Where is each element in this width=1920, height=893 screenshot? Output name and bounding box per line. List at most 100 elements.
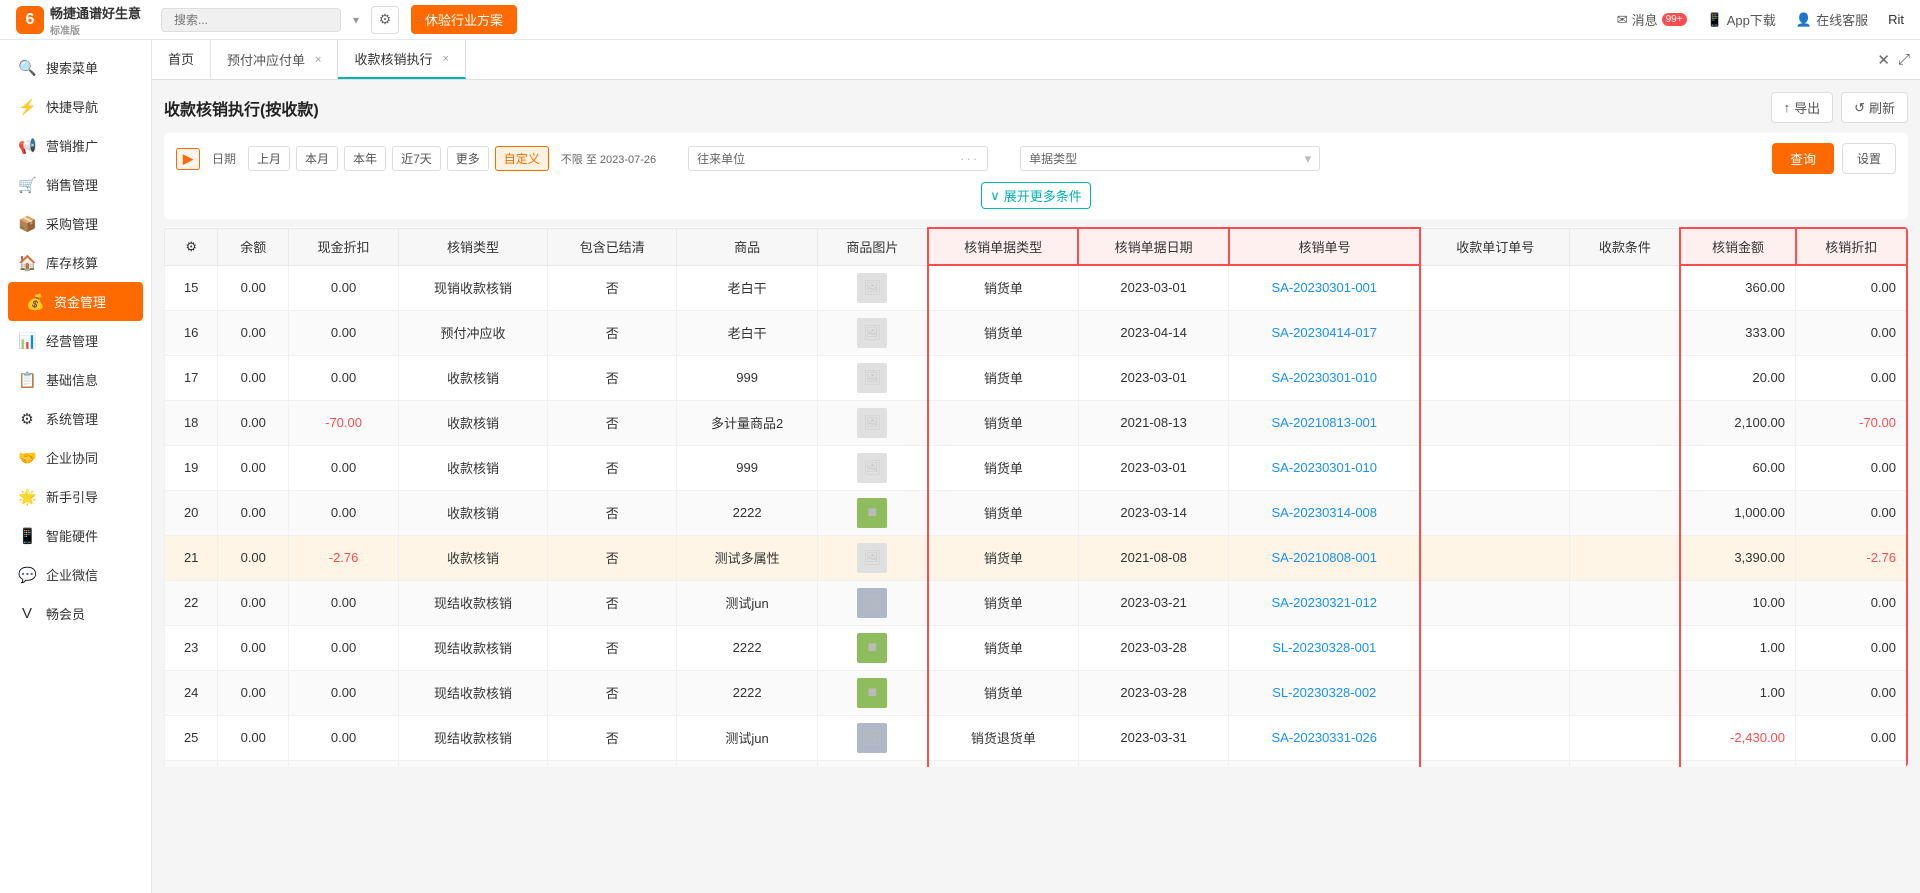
sidebar-item-vip[interactable]: V 畅会员 — [0, 594, 151, 633]
megaphone-icon: 📢 — [18, 137, 36, 155]
tab-prepay-close[interactable]: × — [315, 54, 321, 66]
refresh-btn[interactable]: ↺ 刷新 — [1841, 92, 1908, 123]
goods-thumbnail: 🖼 — [857, 273, 887, 303]
goods-thumbnail: 🖼 — [857, 543, 887, 573]
sidebar-item-label: 销售管理 — [46, 175, 98, 194]
col-goods-image-header: 商品图片 — [817, 228, 928, 265]
goods-thumbnail: 🖼 — [857, 723, 887, 753]
sidebar-item-purchase[interactable]: 📦 采购管理 — [0, 204, 151, 243]
cancel-bill-no-link[interactable]: SA-20230321-012 — [1271, 595, 1377, 610]
table-row: 190.000.00收款核销否999🖼销货单2023-03-01SA-20230… — [165, 445, 1908, 490]
date-btn-this-year[interactable]: 本年 — [344, 146, 386, 171]
goods-thumbnail: ■ — [857, 633, 887, 663]
expand-more-btn[interactable]: ∨ 展开更多条件 — [981, 182, 1091, 209]
goods-thumbnail: ■ — [857, 498, 887, 528]
tab-expand-icon[interactable]: ⤢ — [1898, 51, 1910, 68]
cancel-bill-no-link[interactable]: SA-20230331-026 — [1271, 730, 1377, 745]
sidebar-item-wechat[interactable]: 💬 企业微信 — [0, 555, 151, 594]
filter-row-1: ▶ 日期 上月 本月 本年 近7天 更多 自定义 不限 至 2023-07-26 — [176, 143, 1896, 174]
tab-prepay[interactable]: 预付冲应付单 × — [211, 40, 338, 79]
col-cancel-bill-type-header: 核销单据类型 — [928, 228, 1079, 265]
sidebar-item-system[interactable]: ⚙ 系统管理 — [0, 399, 151, 438]
service-btn[interactable]: 👤 在线客服 — [1796, 10, 1868, 29]
app-download-btn[interactable]: 📱 App下载 — [1707, 10, 1776, 29]
tab-home[interactable]: 首页 — [152, 40, 211, 79]
app-label: App下载 — [1727, 10, 1776, 29]
home-icon: 🏠 — [18, 254, 36, 272]
sidebar-item-enterprise[interactable]: 🤝 企业协同 — [0, 438, 151, 477]
sidebar-item-guide[interactable]: 🌟 新手引导 — [0, 477, 151, 516]
col-settings-header[interactable]: ⚙ — [165, 228, 218, 265]
tabs-bar: 首页 预付冲应付单 × 收款核销执行 × ✕ ⤢ — [152, 40, 1920, 80]
sidebar-item-label: 搜索菜单 — [46, 58, 98, 77]
page-title: 收款核销执行(按收款) — [164, 96, 319, 120]
tab-collect-close[interactable]: × — [442, 53, 448, 65]
col-receipt-order-no-header: 收款单订单号 — [1420, 228, 1570, 265]
sidebar-item-label: 企业微信 — [46, 565, 98, 584]
sidebar-item-hardware[interactable]: 📱 智能硬件 — [0, 516, 151, 555]
sidebar-item-marketing[interactable]: 📢 营销推广 — [0, 126, 151, 165]
sidebar-item-search[interactable]: 🔍 搜索菜单 — [0, 48, 151, 87]
cancel-bill-no-link[interactable]: SA-20210813-001 — [1271, 415, 1377, 430]
sidebar-item-inventory[interactable]: 🏠 库存核算 — [0, 243, 151, 282]
filter-arrow-btn[interactable]: ▶ — [176, 148, 200, 170]
sidebar-item-label: 资金管理 — [54, 292, 106, 311]
top-search-input[interactable] — [161, 8, 341, 32]
sidebar-item-base[interactable]: 📋 基础信息 — [0, 360, 151, 399]
top-bar-right: ✉ 消息 99+ 📱 App下载 👤 在线客服 Rit — [1617, 10, 1904, 29]
voucher-type-input[interactable] — [1083, 152, 1298, 166]
col-cancel-discount-header: 核销折扣 — [1796, 228, 1907, 265]
query-btn[interactable]: 查询 — [1772, 143, 1834, 174]
sidebar-item-sales[interactable]: 🛒 销售管理 — [0, 165, 151, 204]
sidebar-item-quicknav[interactable]: ⚡ 快捷导航 — [0, 87, 151, 126]
sidebar-item-label: 营销推广 — [46, 136, 98, 155]
logo: 6 畅捷通谱好生意 标准版 — [16, 3, 141, 37]
cancel-bill-no-link[interactable]: SA-20230414-017 — [1271, 325, 1377, 340]
date-btn-last-month[interactable]: 上月 — [248, 146, 290, 171]
counterpart-input-wrap[interactable]: 往来单位 ··· — [688, 146, 988, 171]
message-btn[interactable]: ✉ 消息 99+ — [1617, 10, 1687, 29]
brand-sub: 标准版 — [50, 22, 141, 37]
user-name[interactable]: Rit — [1888, 12, 1904, 27]
settings-btn[interactable]: ⚙ — [371, 6, 399, 34]
voucher-type-wrap[interactable]: 单据类型 ▾ — [1020, 146, 1320, 171]
sidebar-item-business[interactable]: 📊 经营管理 — [0, 321, 151, 360]
cancel-bill-no-link[interactable]: SA-20230314-008 — [1271, 505, 1377, 520]
sidebar-item-label: 智能硬件 — [46, 526, 98, 545]
table-row: 210.00-2.76收款核销否测试多属性🖼销货单2021-08-08SA-20… — [165, 535, 1908, 580]
tab-close-icon[interactable]: ✕ — [1877, 51, 1890, 69]
date-btn-this-month[interactable]: 本月 — [296, 146, 338, 171]
cancel-bill-no-link[interactable]: SA-20230301-001 — [1271, 280, 1377, 295]
set-btn[interactable]: 设置 — [1842, 143, 1896, 174]
cancel-bill-no-link[interactable]: SA-20210808-001 — [1271, 550, 1377, 565]
counterpart-input[interactable] — [751, 152, 954, 166]
col-include-settled-header: 包含已结清 — [548, 228, 677, 265]
tabs-bar-right: ✕ ⤢ — [1867, 40, 1920, 79]
date-btn-custom[interactable]: 自定义 — [495, 146, 549, 171]
sidebar-item-finance[interactable]: 💰 资金管理 — [8, 282, 143, 321]
table-wrap: ⚙ 余额 现金折扣 核销类型 包含已结清 商品 商品图片 核销单据类型 核销单据… — [164, 227, 1908, 767]
cancel-bill-no-link[interactable]: SL-20230328-002 — [1272, 685, 1376, 700]
table-row: 180.00-70.00收款核销否多计量商品2🖼销货单2021-08-13SA-… — [165, 400, 1908, 445]
tab-collect-label: 收款核销执行 — [354, 49, 432, 68]
cancel-bill-no-link[interactable]: SA-20230301-010 — [1271, 460, 1377, 475]
tab-collect[interactable]: 收款核销执行 × — [338, 40, 465, 79]
cancel-bill-no-link[interactable]: SA-20230301-010 — [1271, 370, 1377, 385]
cancel-bill-no-link[interactable]: SL-20230328-001 — [1272, 640, 1376, 655]
table-row: 250.000.00现结收款核销否测试jun🖼销货退货单2023-03-31SA… — [165, 715, 1908, 760]
phone-icon: 📱 — [18, 527, 36, 545]
export-icon: ↑ — [1784, 100, 1791, 115]
service-icon: 👤 — [1796, 12, 1812, 28]
col-balance-header: 余额 — [218, 228, 289, 265]
date-btn-more[interactable]: 更多 — [447, 146, 489, 171]
data-table: ⚙ 余额 现金折扣 核销类型 包含已结清 商品 商品图片 核销单据类型 核销单据… — [164, 227, 1908, 767]
industry-btn[interactable]: 休验行业方案 — [411, 5, 517, 34]
export-btn[interactable]: ↑ 导出 — [1771, 92, 1834, 123]
goods-thumbnail: 🖼 — [857, 363, 887, 393]
dropdown-arrow[interactable]: ▾ — [353, 13, 359, 27]
table-row: 260.000.00预收款核销否123D商品🏢销货单2022-04-14ABC-… — [165, 760, 1908, 767]
money-icon: 💰 — [26, 293, 44, 311]
brand-name: 畅捷通谱好生意 — [50, 3, 141, 22]
date-btn-7days[interactable]: 近7天 — [392, 146, 441, 171]
table-row: 230.000.00现结收款核销否2222■销货单2023-03-28SL-20… — [165, 625, 1908, 670]
